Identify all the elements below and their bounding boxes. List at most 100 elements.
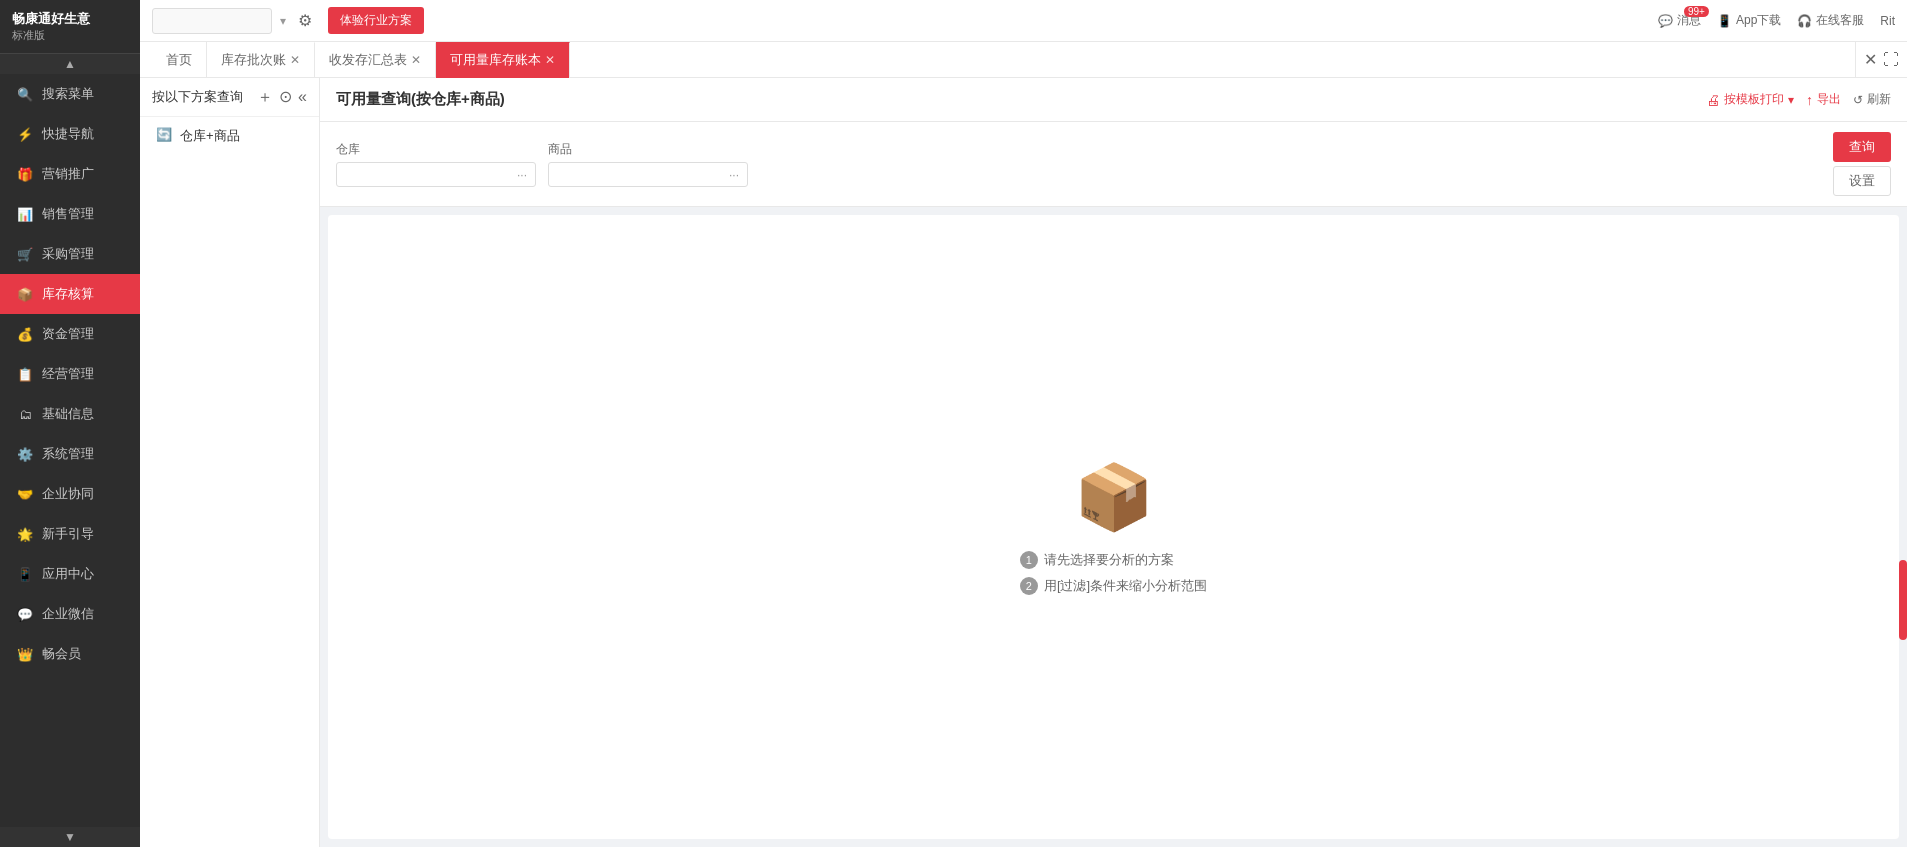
tabs-bar: 首页 库存批次账 ✕ 收发存汇总表 ✕ 可用量库存账本 ✕ ✕ ⛶ [140, 42, 1907, 78]
refresh-button[interactable]: ↺ 刷新 [1853, 91, 1891, 108]
message-icon: 💬 [1658, 14, 1673, 28]
headset-icon: 🎧 [1797, 14, 1812, 28]
sidebar-item-wechat[interactable]: 💬 企业微信 [0, 594, 140, 634]
sidebar-item-inventory[interactable]: 📦 库存核算 [0, 274, 140, 314]
service-label: 在线客服 [1816, 12, 1864, 29]
sidebar-item-label-enterprise: 企业协同 [42, 485, 94, 503]
main-content: ▾ ⚙ 体验行业方案 💬 消息 99+ 📱 App下载 🎧 在线客服 Rit 首… [140, 0, 1907, 847]
finance-icon: 💰 [16, 325, 34, 343]
sidebar-item-finance[interactable]: 💰 资金管理 [0, 314, 140, 354]
filter-action-btns: 查询 设置 [1833, 132, 1891, 196]
sidebar-item-label-newuser: 新手引导 [42, 525, 94, 543]
sidebar-item-label-operations: 经营管理 [42, 365, 94, 383]
tip-2-text: 用[过滤]条件来缩小分析范围 [1044, 577, 1207, 595]
topbar-gear-icon[interactable]: ⚙ [298, 11, 312, 30]
content-area: 按以下方案查询 ＋ ⊙ « 🔄 仓库+商品 可用量查询(按仓库+商品) 🖨 [140, 78, 1907, 847]
query-button[interactable]: 查询 [1833, 132, 1891, 162]
left-panel-header: 按以下方案查询 ＋ ⊙ « [140, 78, 319, 117]
sidebar-item-marketing[interactable]: 🎁 营销推广 [0, 154, 140, 194]
sidebar-item-operations[interactable]: 📋 经营管理 [0, 354, 140, 394]
sidebar-logo-title: 畅康通好生意 [12, 10, 128, 28]
tab-batch-ledger[interactable]: 库存批次账 ✕ [207, 42, 315, 78]
topbar-trial-button[interactable]: 体验行业方案 [328, 7, 424, 34]
left-panel-action-btns: ＋ ⊙ « [257, 89, 307, 105]
empty-tip-2: 2 用[过滤]条件来缩小分析范围 [1020, 577, 1207, 595]
sidebar-item-label-wechat: 企业微信 [42, 605, 94, 623]
sidebar-item-search[interactable]: 🔍 搜索菜单 [0, 74, 140, 114]
tabs-expand-icon[interactable]: ⛶ [1883, 51, 1899, 69]
topbar-service[interactable]: 🎧 在线客服 [1797, 12, 1864, 29]
sidebar-item-basics[interactable]: 🗂 基础信息 [0, 394, 140, 434]
filter-warehouse-input[interactable] [345, 167, 513, 182]
page-title: 可用量查询(按仓库+商品) [336, 90, 505, 109]
tabs-close-all-icon[interactable]: ✕ [1864, 52, 1877, 68]
sidebar-scroll-up[interactable]: ▲ [0, 54, 140, 74]
topbar-chevron-icon[interactable]: ▾ [280, 14, 286, 28]
sidebar-logo: 畅康通好生意 标准版 [0, 0, 140, 54]
right-scrollbar[interactable] [1899, 560, 1907, 640]
tab-close-available-qty[interactable]: ✕ [545, 53, 555, 67]
filter-bar: 仓库 ··· 商品 ··· 查询 设置 [320, 122, 1907, 207]
topbar-search-input[interactable] [152, 8, 272, 34]
search-icon: 🔍 [16, 85, 34, 103]
sidebar-item-system[interactable]: ⚙️ 系统管理 [0, 434, 140, 474]
enterprise-icon: 🤝 [16, 485, 34, 503]
sidebar-item-label-basics: 基础信息 [42, 405, 94, 423]
sidebar-item-label-marketing: 营销推广 [42, 165, 94, 183]
left-panel-collapse-icon[interactable]: « [298, 89, 307, 105]
tab-close-recv-summary[interactable]: ✕ [411, 53, 421, 67]
tab-home[interactable]: 首页 [152, 42, 207, 78]
quicknav-icon: ⚡ [16, 125, 34, 143]
sidebar-item-enterprise[interactable]: 🤝 企业协同 [0, 474, 140, 514]
print-button[interactable]: 🖨 按模板打印 ▾ [1706, 91, 1794, 108]
print-chevron-icon[interactable]: ▾ [1788, 93, 1794, 107]
export-label: 导出 [1817, 91, 1841, 108]
tab-recv-summary[interactable]: 收发存汇总表 ✕ [315, 42, 436, 78]
left-panel-settings-icon[interactable]: ⊙ [279, 89, 292, 105]
left-panel-item-warehouse-goods[interactable]: 🔄 仓库+商品 [140, 117, 319, 155]
tab-close-batch-ledger[interactable]: ✕ [290, 53, 300, 67]
topbar: ▾ ⚙ 体验行业方案 💬 消息 99+ 📱 App下载 🎧 在线客服 Rit [140, 0, 1907, 42]
left-panel-add-icon[interactable]: ＋ [257, 89, 273, 105]
filter-goods-field: 商品 ··· [548, 141, 748, 187]
right-content: 可用量查询(按仓库+商品) 🖨 按模板打印 ▾ ↑ 导出 ↺ 刷新 [320, 78, 1907, 847]
member-icon: 👑 [16, 645, 34, 663]
filter-goods-more[interactable]: ··· [729, 168, 739, 182]
tip-1-text: 请先选择要分析的方案 [1044, 551, 1174, 569]
empty-tip-1: 1 请先选择要分析的方案 [1020, 551, 1207, 569]
topbar-message[interactable]: 💬 消息 99+ [1658, 12, 1701, 29]
sidebar-item-label-member: 畅会员 [42, 645, 81, 663]
sidebar-scroll-down[interactable]: ▼ [0, 827, 140, 847]
basics-icon: 🗂 [16, 405, 34, 423]
topbar-user[interactable]: Rit [1880, 14, 1895, 28]
sidebar-item-quicknav[interactable]: ⚡ 快捷导航 [0, 114, 140, 154]
sidebar-item-purchase[interactable]: 🛒 采购管理 [0, 234, 140, 274]
sidebar-item-member[interactable]: 👑 畅会员 [0, 634, 140, 674]
sidebar-item-label-appcenter: 应用中心 [42, 565, 94, 583]
empty-tips: 1 请先选择要分析的方案 2 用[过滤]条件来缩小分析范围 [1020, 551, 1207, 595]
sidebar-item-sales[interactable]: 📊 销售管理 [0, 194, 140, 234]
filter-warehouse-input-wrap: ··· [336, 162, 536, 187]
empty-illustration: 📦 [1074, 460, 1154, 535]
tip-1-number: 1 [1020, 551, 1038, 569]
sidebar-item-appcenter[interactable]: 📱 应用中心 [0, 554, 140, 594]
newuser-icon: 🌟 [16, 525, 34, 543]
sidebar-item-label-finance: 资金管理 [42, 325, 94, 343]
filter-warehouse-more[interactable]: ··· [517, 168, 527, 182]
sidebar-item-label-quicknav: 快捷导航 [42, 125, 94, 143]
sidebar-item-label-purchase: 采购管理 [42, 245, 94, 263]
export-button[interactable]: ↑ 导出 [1806, 91, 1841, 108]
filter-settings-button[interactable]: 设置 [1833, 166, 1891, 196]
sidebar-item-label-system: 系统管理 [42, 445, 94, 463]
filter-warehouse-label: 仓库 [336, 141, 536, 158]
sidebar-nav: 🔍 搜索菜单 ⚡ 快捷导航 🎁 营销推广 📊 销售管理 🛒 采购管理 📦 库存核… [0, 74, 140, 827]
left-panel-title: 按以下方案查询 [152, 88, 243, 106]
left-panel: 按以下方案查询 ＋ ⊙ « 🔄 仓库+商品 [140, 78, 320, 847]
tab-available-qty[interactable]: 可用量库存账本 ✕ [436, 42, 570, 78]
purchase-icon: 🛒 [16, 245, 34, 263]
sidebar-item-newuser[interactable]: 🌟 新手引导 [0, 514, 140, 554]
filter-goods-input[interactable] [557, 167, 725, 182]
topbar-app-download[interactable]: 📱 App下载 [1717, 12, 1781, 29]
print-label: 按模板打印 [1724, 91, 1784, 108]
filter-goods-input-wrap: ··· [548, 162, 748, 187]
